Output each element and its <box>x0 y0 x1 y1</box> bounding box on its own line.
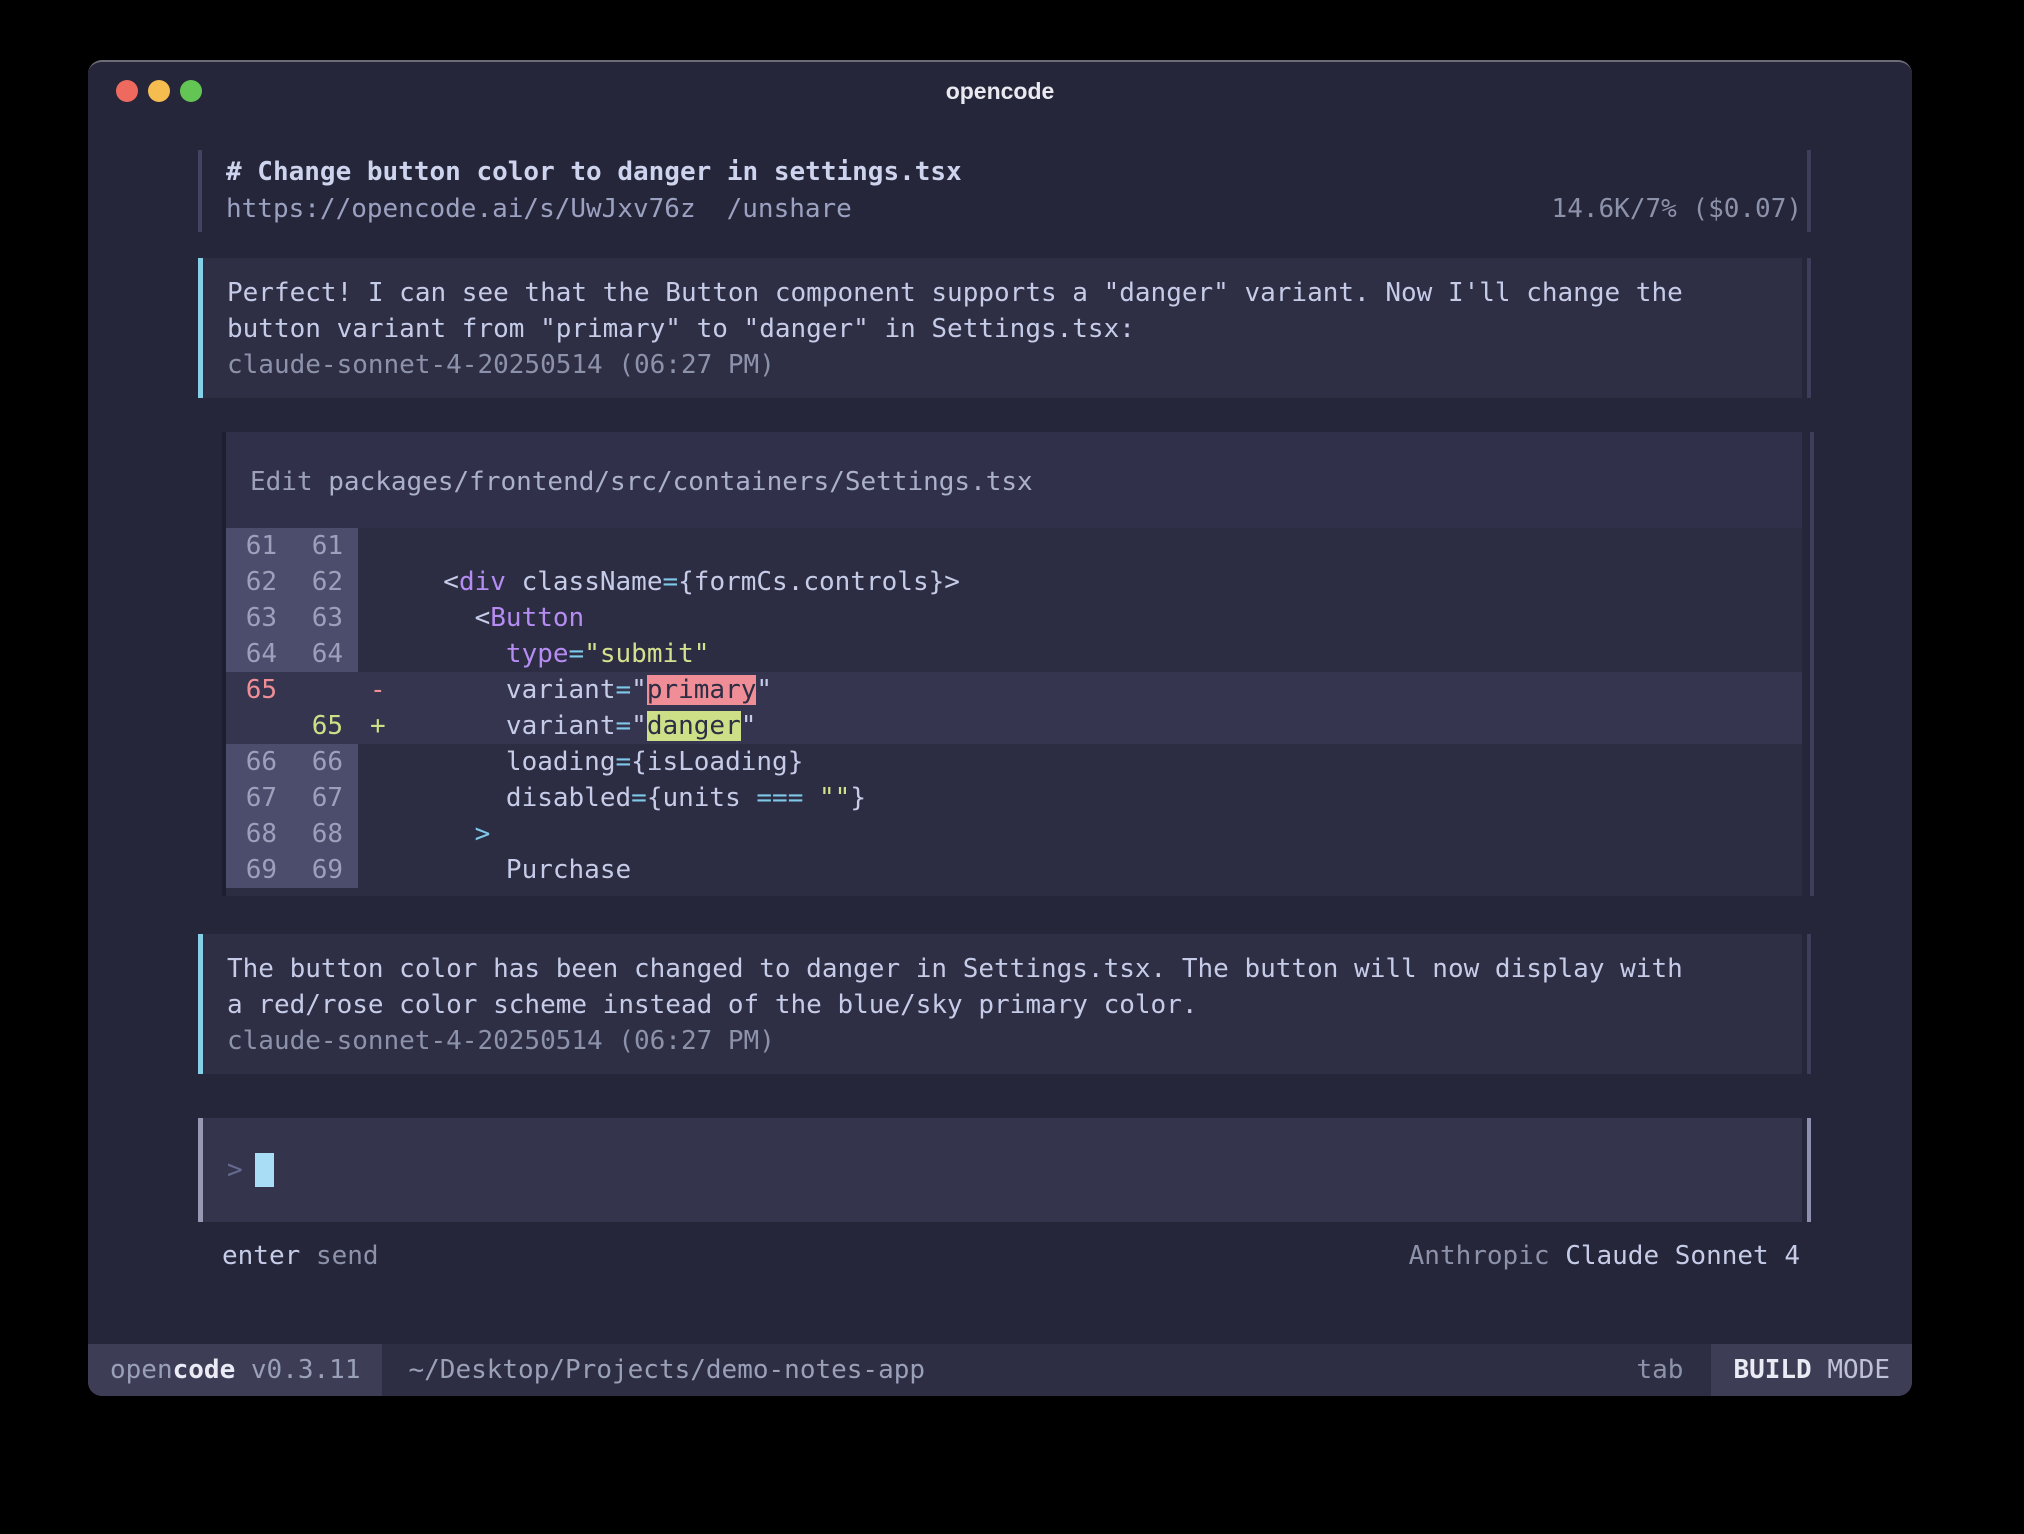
app-version-chip: opencode v0.3.11 <box>88 1344 382 1396</box>
prompt-input[interactable]: > <box>198 1118 1802 1222</box>
mode-indicator: BUILD MODE <box>1711 1344 1912 1396</box>
message-text: The button color has been changed to dan… <box>227 951 1778 1023</box>
session-title: # Change button color to danger in setti… <box>226 154 1802 191</box>
hint-row: enter send Anthropic Claude Sonnet 4 <box>198 1238 1802 1274</box>
diff-row: 65+ variant="danger" <box>226 708 1802 744</box>
diff-code-line: variant="primary" <box>412 672 1802 708</box>
assistant-message-2: The button color has been changed to dan… <box>198 934 1802 1074</box>
assistant-message-1: Perfect! I can see that the Button compo… <box>198 258 1802 398</box>
diff-row: 6868 > <box>226 816 1802 852</box>
session-header: # Change button color to danger in setti… <box>198 150 1802 232</box>
unshare-command[interactable]: /unshare <box>727 191 852 228</box>
diff-code-line: Purchase <box>412 852 1802 888</box>
diff-row: 6262 <div className={formCs.controls}> <box>226 564 1802 600</box>
diff-code-line: <Button <box>412 600 1802 636</box>
window-title: opencode <box>88 78 1912 105</box>
edit-file-path: packages/frontend/src/containers/Setting… <box>328 467 1032 497</box>
statusbar-spacer <box>925 1344 1636 1396</box>
diff-code-line: <div className={formCs.controls}> <box>412 564 1802 600</box>
diff-row: 6969 Purchase <box>226 852 1802 888</box>
working-directory: ~/Desktop/Projects/demo-notes-app <box>408 1344 925 1396</box>
diff-row: 6161 <box>226 528 1802 564</box>
model-indicator: Anthropic Claude Sonnet 4 <box>1409 1238 1800 1274</box>
message-meta: claude-sonnet-4-20250514 (06:27 PM) <box>227 1023 1778 1059</box>
diff-code-line <box>412 528 1802 564</box>
context-stats: 14.6K/7% ($0.07) <box>1552 191 1802 228</box>
diff-code-line: loading={isLoading} <box>412 744 1802 780</box>
edit-header: Edit packages/frontend/src/containers/Se… <box>226 432 1802 528</box>
text-cursor <box>255 1153 274 1187</box>
message-text: Perfect! I can see that the Button compo… <box>227 275 1778 347</box>
session-content: # Change button color to danger in setti… <box>88 120 1912 1344</box>
enter-hint: enter send <box>222 1238 379 1274</box>
edit-action-label: Edit <box>250 467 328 497</box>
diff-table: 61616262 <div className={formCs.controls… <box>226 528 1802 888</box>
diff-row: 6666 loading={isLoading} <box>226 744 1802 780</box>
diff-code-line: > <box>412 816 1802 852</box>
edit-tool-card: Edit packages/frontend/src/containers/Se… <box>222 432 1802 896</box>
message-meta: claude-sonnet-4-20250514 (06:27 PM) <box>227 347 1778 383</box>
share-url[interactable]: https://opencode.ai/s/UwJxv76z <box>226 191 696 228</box>
diff-row: 65- variant="primary" <box>226 672 1802 708</box>
prompt-symbol: > <box>227 1155 243 1185</box>
diff-code-line: variant="danger" <box>412 708 1802 744</box>
diff-code-line: disabled={units === ""} <box>412 780 1802 816</box>
opencode-window: opencode # Change button color to danger… <box>88 60 1912 1396</box>
tab-key-hint[interactable]: tab <box>1636 1344 1711 1396</box>
diff-row: 6767 disabled={units === ""} <box>226 780 1802 816</box>
titlebar: opencode <box>88 62 1912 120</box>
diff-row: 6464 type="submit" <box>226 636 1802 672</box>
diff-code-line: type="submit" <box>412 636 1802 672</box>
diff-row: 6363 <Button <box>226 600 1802 636</box>
status-bar: opencode v0.3.11 ~/Desktop/Projects/demo… <box>88 1344 1912 1396</box>
